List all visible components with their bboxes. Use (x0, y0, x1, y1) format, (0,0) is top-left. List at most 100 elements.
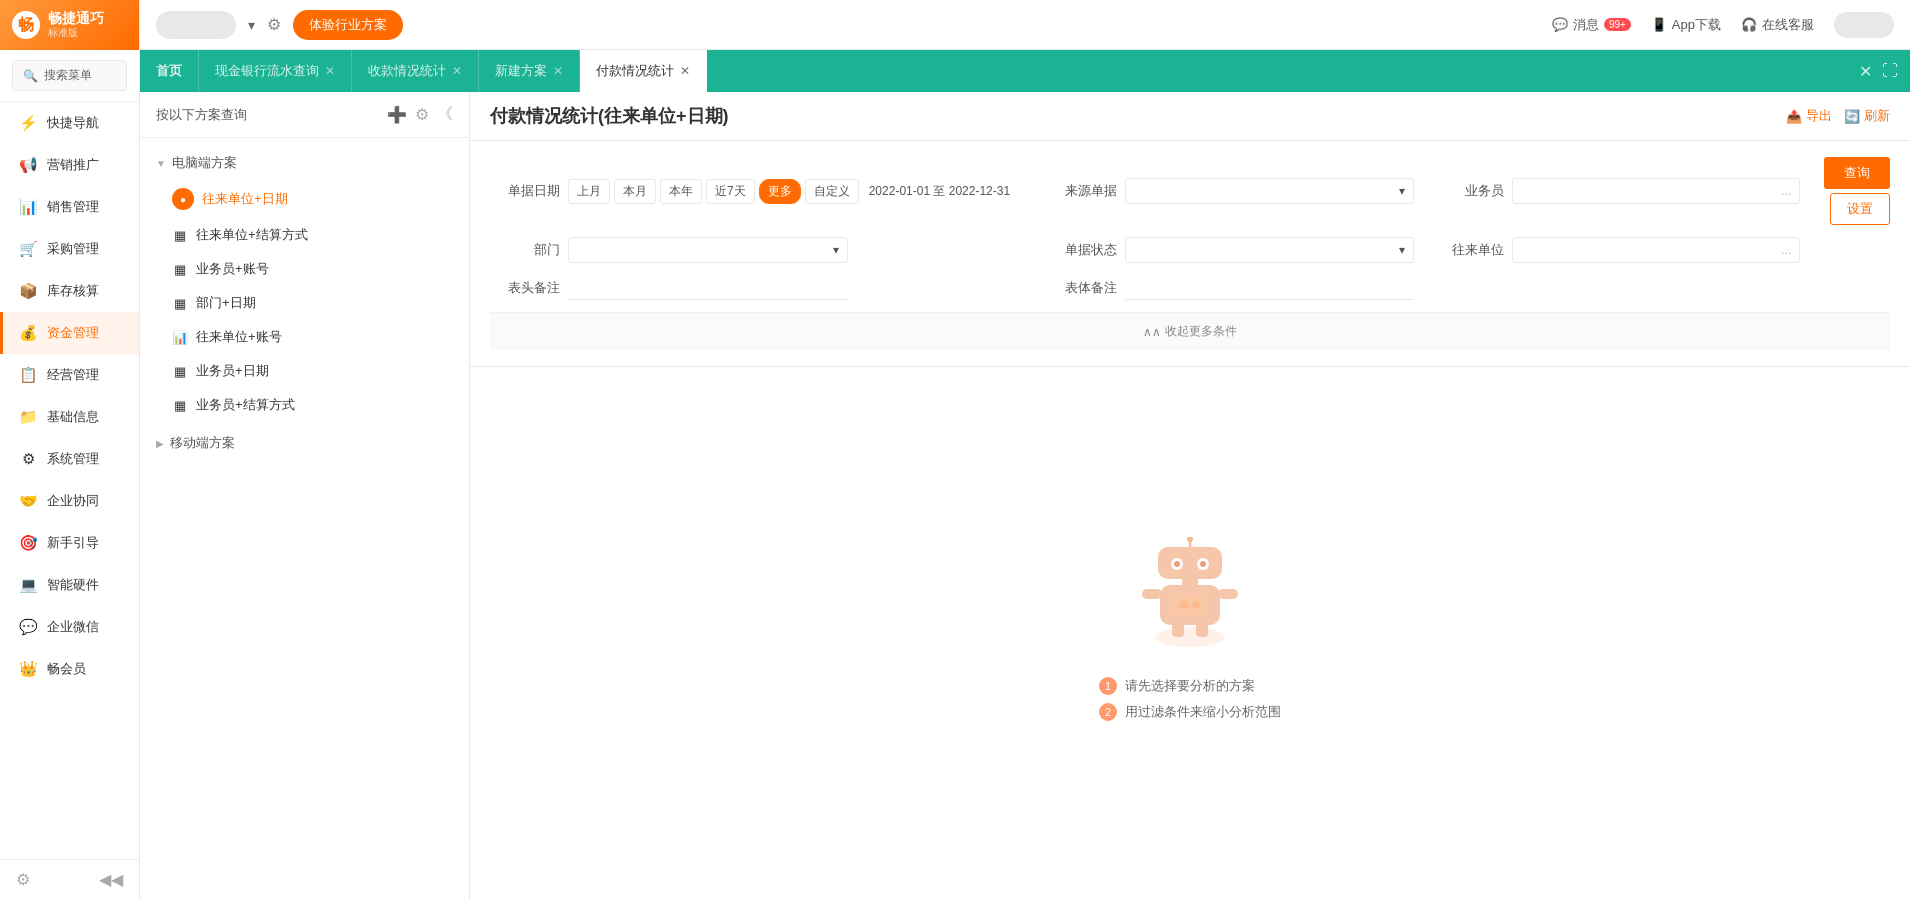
counterpart-placeholder: ... (1781, 243, 1791, 257)
this-year-btn[interactable]: 本年 (660, 179, 702, 204)
settings-bottom-icon[interactable]: ⚙ (16, 870, 30, 889)
table-header-note-label: 表头备注 (490, 279, 560, 297)
salesman-select[interactable]: ... (1512, 178, 1800, 204)
tab-close-payments[interactable]: ✕ (680, 64, 690, 78)
tab-cash-flow[interactable]: 现金银行流水查询 ✕ (199, 50, 352, 92)
nav-item-label: 系统管理 (47, 450, 99, 468)
topbar-dropdown[interactable]: ▾ (248, 17, 255, 33)
nav-item-label: 企业协同 (47, 492, 99, 510)
this-month-btn[interactable]: 本月 (614, 179, 656, 204)
sidebar-item-enterprise[interactable]: 🤝 企业协同 (0, 480, 139, 522)
refresh-button[interactable]: 🔄 刷新 (1844, 107, 1890, 125)
nav-item-label: 库存核算 (47, 282, 99, 300)
sidebar-logo: 畅 畅捷通巧 标准版 (0, 0, 139, 50)
topbar-left: ▾ ⚙ 体验行业方案 (156, 10, 403, 40)
last-7days-btn[interactable]: 近7天 (706, 179, 755, 204)
tab-close-receipts[interactable]: ✕ (452, 64, 462, 78)
schema-label-salesman-settlement: 业务员+结算方式 (196, 396, 295, 414)
collapse-panel-icon[interactable]: 《 (437, 104, 453, 125)
sidebar-item-marketing[interactable]: 📢 营销推广 (0, 144, 139, 186)
dept-dropdown-icon: ▾ (833, 243, 839, 257)
left-panel: 按以下方案查询 ➕ ⚙ 《 ▼ 电脑端方案 ● 往来单位+日期▦ (140, 92, 470, 899)
last-month-btn[interactable]: 上月 (568, 179, 610, 204)
scheme-settings-icon[interactable]: ⚙ (415, 105, 429, 124)
sidebar-item-basic[interactable]: 📁 基础信息 (0, 396, 139, 438)
app-download-item[interactable]: 📱 App下载 (1651, 16, 1721, 34)
close-all-tabs-icon[interactable]: ✕ (1859, 62, 1872, 81)
query-scheme-label: 按以下方案查询 (156, 106, 247, 124)
service-icon: 🎧 (1741, 17, 1757, 32)
schema-item-salesman-account[interactable]: ▦ 业务员+账号 (140, 252, 469, 286)
schema-item-salesman-settlement[interactable]: ▦ 业务员+结算方式 (140, 388, 469, 422)
sidebar-item-vip[interactable]: 👑 畅会员 (0, 648, 139, 690)
wechat-icon: 💬 (19, 618, 37, 636)
table-header-note-input[interactable] (568, 275, 848, 300)
counterpart-select[interactable]: ... (1512, 237, 1800, 263)
sidebar-item-purchase[interactable]: 🛒 采购管理 (0, 228, 139, 270)
maximize-icon[interactable]: ⛶ (1882, 62, 1898, 80)
messages-label: 消息 (1573, 16, 1599, 34)
sidebar-item-wechat[interactable]: 💬 企业微信 (0, 606, 139, 648)
schema-item-counterpart-date[interactable]: ● 往来单位+日期 (140, 180, 469, 218)
tab-home[interactable]: 首页 (140, 50, 199, 92)
table-body-note-label: 表体备注 (1047, 279, 1117, 297)
sidebar-item-quick-nav[interactable]: ⚡ 快捷导航 (0, 102, 139, 144)
sidebar-item-hardware[interactable]: 💻 智能硬件 (0, 564, 139, 606)
online-service-item[interactable]: 🎧 在线客服 (1741, 16, 1814, 34)
desktop-group-label: 电脑端方案 (172, 154, 237, 172)
collapse-up-icon: ∧∧ (1143, 325, 1161, 339)
search-menu-button[interactable]: 🔍 搜索菜单 (12, 60, 127, 91)
table-body-note-input[interactable] (1125, 275, 1413, 300)
voucher-status-select[interactable]: ▾ (1125, 237, 1413, 263)
filter-area: 单据日期 上月 本月 本年 近7天 更多 自定义 2022-01-01 至 20… (470, 141, 1910, 367)
source-select[interactable]: ▾ (1125, 178, 1413, 204)
vip-icon: 👑 (19, 660, 37, 678)
tab-payments[interactable]: 付款情况统计 ✕ (580, 50, 707, 92)
tab-close-new-plan[interactable]: ✕ (553, 64, 563, 78)
messages-item[interactable]: 💬 消息 99+ (1552, 16, 1631, 34)
source-dropdown-icon: ▾ (1399, 184, 1405, 198)
nav-item-label: 销售管理 (47, 198, 99, 216)
nav-item-label: 经营管理 (47, 366, 99, 384)
schema-item-counterpart-settlement[interactable]: ▦ 往来单位+结算方式 (140, 218, 469, 252)
add-scheme-icon[interactable]: ➕ (387, 105, 407, 124)
custom-date-btn[interactable]: 自定义 (805, 179, 859, 204)
sidebar-item-inventory[interactable]: 📦 库存核算 (0, 270, 139, 312)
collapse-label: 收起更多条件 (1165, 323, 1237, 340)
settings-button[interactable]: 设置 (1830, 193, 1890, 225)
sidebar-item-finance[interactable]: 💰 资金管理 (0, 312, 139, 354)
export-button[interactable]: 📤 导出 (1786, 107, 1832, 125)
date-buttons: 上月 本月 本年 近7天 更多 自定义 (568, 179, 859, 204)
operations-icon: 📋 (19, 366, 37, 384)
tab-close-cash-flow[interactable]: ✕ (325, 64, 335, 78)
query-button[interactable]: 查询 (1824, 157, 1890, 189)
sidebar-item-sales[interactable]: 📊 销售管理 (0, 186, 139, 228)
schema-item-salesman-date[interactable]: ▦ 业务员+日期 (140, 354, 469, 388)
nav-item-label: 企业微信 (47, 618, 99, 636)
voucher-status-dropdown-icon: ▾ (1399, 243, 1405, 257)
topbar-settings-icon[interactable]: ⚙ (267, 15, 281, 34)
schema-item-counterpart-account[interactable]: 📊 往来单位+账号 (140, 320, 469, 354)
page-title: 付款情况统计(往来单位+日期) (490, 104, 729, 128)
sidebar-item-guide[interactable]: 🎯 新手引导 (0, 522, 139, 564)
message-icon: 💬 (1552, 17, 1568, 32)
trial-button[interactable]: 体验行业方案 (293, 10, 403, 40)
schema-item-dept-date[interactable]: ▦ 部门+日期 (140, 286, 469, 320)
dept-select[interactable]: ▾ (568, 237, 848, 263)
schema-label-salesman-account: 业务员+账号 (196, 260, 269, 278)
collapse-sidebar-icon[interactable]: ◀◀ (99, 870, 123, 889)
active-dot: ● (172, 188, 194, 210)
sidebar-item-system[interactable]: ⚙ 系统管理 (0, 438, 139, 480)
schema-label-counterpart-settlement: 往来单位+结算方式 (196, 226, 308, 244)
schema-label-counterpart-account: 往来单位+账号 (196, 328, 282, 346)
mobile-group-header[interactable]: ▶ 移动端方案 (140, 426, 469, 460)
tabbar-actions: ✕ ⛶ (1847, 50, 1910, 92)
more-dates-btn[interactable]: 更多 (759, 179, 801, 204)
collapse-bar[interactable]: ∧∧ 收起更多条件 (490, 312, 1890, 350)
tab-receipts[interactable]: 收款情况统计 ✕ (352, 50, 479, 92)
desktop-group-header[interactable]: ▼ 电脑端方案 (140, 146, 469, 180)
nav-item-label: 基础信息 (47, 408, 99, 426)
sidebar-item-operations[interactable]: 📋 经营管理 (0, 354, 139, 396)
tab-label-home: 首页 (156, 62, 182, 80)
tab-new-plan[interactable]: 新建方案 ✕ (479, 50, 580, 92)
